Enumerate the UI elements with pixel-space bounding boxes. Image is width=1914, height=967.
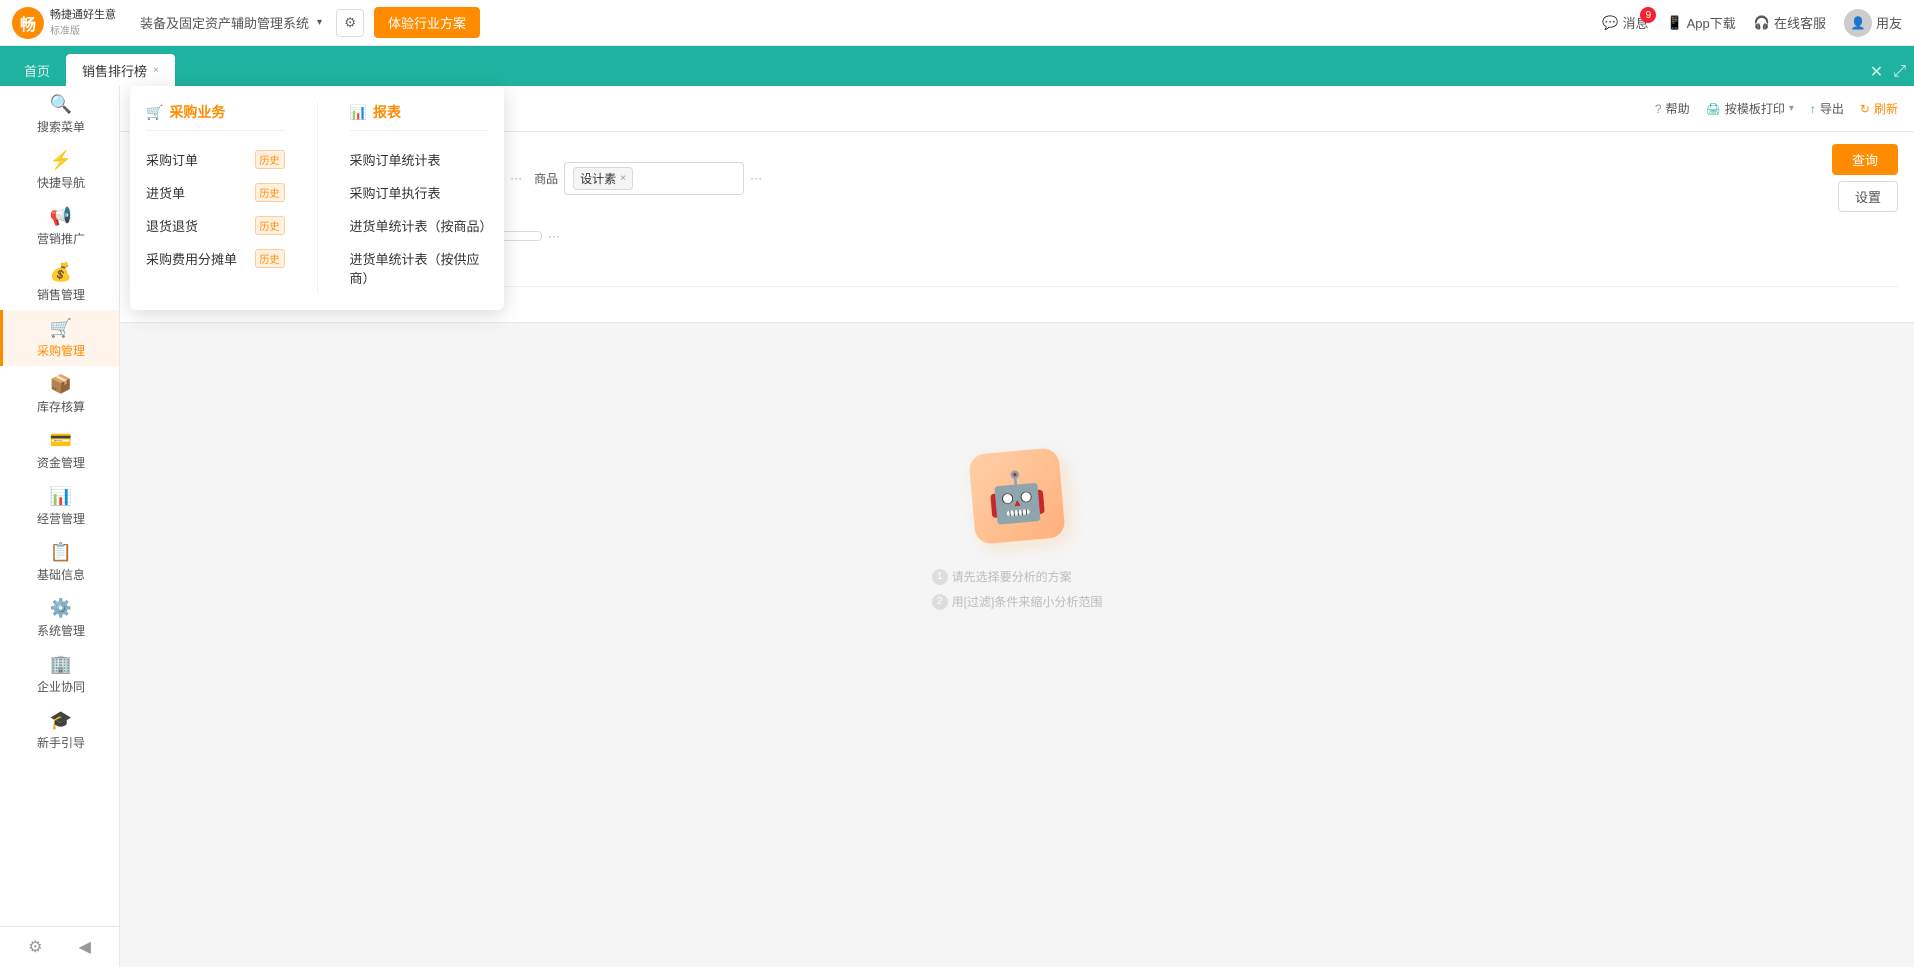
top-bar: 畅 畅捷通好生意 标准版 装备及固定资产辅助管理系统 ▾ ⚙ 体验行业方案 💬 … xyxy=(0,0,1914,46)
sidebar-item-purchase[interactable]: 🛒 采购管理 xyxy=(0,310,119,366)
sidebar-item-system[interactable]: ⚙️ 系统管理 xyxy=(0,590,119,646)
print-icon: 🖨 xyxy=(1706,102,1721,116)
sidebar-collapse-button[interactable]: ◀ xyxy=(79,937,91,957)
enterprise-icon: 🏢 xyxy=(50,654,72,675)
sidebar-item-basic-info[interactable]: 📋 基础信息 xyxy=(0,534,119,590)
expand-tab-bar-button[interactable]: ⤢ xyxy=(1893,63,1906,81)
sidebar-item-guide[interactable]: 🎓 新手引导 xyxy=(0,702,119,758)
sidebar-item-finance[interactable]: 💳 资金管理 xyxy=(0,422,119,478)
report-section-icon: 📊 xyxy=(350,104,367,121)
menu-item-goods-by-supplier[interactable]: 进货单统计表（按供应商） xyxy=(350,242,489,294)
menu-item-purchase-order-stats[interactable]: 采购订单统计表 xyxy=(350,143,489,176)
top-right: 💬 消息 9 📱 App下载 🎧 在线客服 👤 用友 xyxy=(1602,9,1902,37)
print-dropdown-arrow[interactable]: ▾ xyxy=(1789,103,1794,114)
sidebar-item-search[interactable]: 🔍 搜索菜单 xyxy=(0,86,119,142)
empty-robot-icon: 🤖 xyxy=(968,447,1066,545)
report-section-title: 📊 报表 xyxy=(350,102,489,131)
tab-bar: 首页 销售排行榜 × ✕ ⤢ xyxy=(0,46,1914,86)
menu-item-goods-receipt[interactable]: 进货单 历史 xyxy=(146,176,285,209)
system-title[interactable]: 装备及固定资产辅助管理系统 ▾ ⚙ xyxy=(140,9,364,37)
export-button[interactable]: ↑ 导出 xyxy=(1810,100,1844,117)
empty-step-2: 2 用[过滤]条件来缩小分析范围 xyxy=(932,593,1103,610)
headset-icon: 🎧 xyxy=(1754,15,1770,31)
online-service-button[interactable]: 🎧 在线客服 xyxy=(1754,13,1826,32)
menu-divider xyxy=(317,102,318,294)
guide-icon: 🎓 xyxy=(50,710,72,731)
sidebar-item-inventory[interactable]: 📦 库存核算 xyxy=(0,366,119,422)
system-icon: ⚙️ xyxy=(50,598,72,619)
help-button[interactable]: ? 帮助 xyxy=(1655,100,1690,117)
goods-tag-close[interactable]: × xyxy=(620,173,626,184)
sidebar-item-enterprise[interactable]: 🏢 企业协同 xyxy=(0,646,119,702)
goods-tag: 设计素 × xyxy=(573,167,633,190)
sidebar-settings-button[interactable]: ⚙ xyxy=(28,937,42,957)
logo-icon: 畅 xyxy=(12,7,44,39)
system-dropdown-arrow[interactable]: ▾ xyxy=(317,17,322,28)
menu-item-purchase-expense[interactable]: 采购费用分摊单 历史 xyxy=(146,242,285,275)
phone-icon: 📱 xyxy=(1666,15,1682,31)
empty-step-1: 1 请先选择要分析的方案 xyxy=(932,568,1072,585)
message-icon: 💬 xyxy=(1602,15,1618,31)
sidebar-item-quick-nav[interactable]: ⚡ 快捷导航 xyxy=(0,142,119,198)
tab-sales-ranking[interactable]: 销售排行榜 × xyxy=(66,54,175,86)
purchase-icon: 🛒 xyxy=(50,318,72,339)
empty-illustration: 🤖 xyxy=(957,436,1077,556)
logo-area: 畅 畅捷通好生意 标准版 xyxy=(12,7,132,39)
tab-bar-right: ✕ ⤢ xyxy=(1870,62,1906,86)
basic-info-icon: 📋 xyxy=(50,542,72,563)
history-badge-goods-receipt: 历史 xyxy=(255,183,285,202)
tab-home[interactable]: 首页 xyxy=(8,54,66,86)
settings-button[interactable]: 设置 xyxy=(1838,181,1898,212)
refresh-button[interactable]: ↻ 刷新 xyxy=(1860,100,1898,117)
system-gear-button[interactable]: ⚙ xyxy=(336,9,364,37)
menu-item-goods-by-product[interactable]: 进货单统计表（按商品） xyxy=(350,209,489,242)
app-download-button[interactable]: 📱 App下载 xyxy=(1666,13,1735,32)
purchase-section-icon: 🛒 xyxy=(146,104,163,121)
salesperson-more[interactable]: ··· xyxy=(548,229,560,243)
empty-state: 🤖 1 请先选择要分析的方案 2 用[过滤]条件来缩小分析范围 xyxy=(120,323,1914,723)
purchase-dropdown-menu: 🛒 采购业务 采购订单 历史 进货单 历史 退货退货 历史 采购费用分摊单 历史… xyxy=(130,86,504,310)
action-buttons: 查询 设置 xyxy=(1832,144,1898,212)
message-button[interactable]: 💬 消息 9 xyxy=(1602,13,1648,32)
goods-filter: 商品 设计素 × ··· xyxy=(534,162,762,195)
search-icon: 🔍 xyxy=(50,94,72,115)
quick-nav-icon: ⚡ xyxy=(50,150,72,171)
user-menu-button[interactable]: 👤 用友 xyxy=(1844,9,1902,37)
query-button[interactable]: 查询 xyxy=(1832,144,1898,175)
logo-sub: 标准版 xyxy=(50,22,116,37)
report-menu-column: 📊 报表 采购订单统计表 采购订单执行表 进货单统计表（按商品） 进货单统计表（… xyxy=(350,102,489,294)
operations-icon: 📊 xyxy=(50,486,72,507)
inventory-icon: 📦 xyxy=(50,374,72,395)
doc-status-more[interactable]: ··· xyxy=(510,171,522,185)
finance-icon: 💳 xyxy=(50,430,72,451)
history-badge-return: 历史 xyxy=(255,216,285,235)
history-badge-purchase-order: 历史 xyxy=(255,150,285,169)
refresh-icon: ↻ xyxy=(1860,102,1870,116)
print-button[interactable]: 🖨 按模板打印 ▾ xyxy=(1706,100,1794,117)
help-icon: ? xyxy=(1655,102,1662,116)
goods-input[interactable]: 设计素 × xyxy=(564,162,744,195)
sidebar-item-operations[interactable]: 📊 经营管理 xyxy=(0,478,119,534)
empty-steps: 1 请先选择要分析的方案 2 用[过滤]条件来缩小分析范围 xyxy=(932,568,1103,610)
message-badge: 9 xyxy=(1640,7,1656,23)
menu-item-purchase-order[interactable]: 采购订单 历史 xyxy=(146,143,285,176)
marketing-icon: 📢 xyxy=(50,206,72,227)
industry-button[interactable]: 体验行业方案 xyxy=(374,7,480,38)
sidebar-bottom: ⚙ ◀ xyxy=(0,926,119,967)
tab-close-button[interactable]: × xyxy=(153,65,159,76)
goods-more[interactable]: ··· xyxy=(750,171,762,185)
menu-item-purchase-order-exec[interactable]: 采购订单执行表 xyxy=(350,176,489,209)
purchase-section-title: 🛒 采购业务 xyxy=(146,102,285,131)
history-badge-expense: 历史 xyxy=(255,249,285,268)
close-tab-bar-button[interactable]: ✕ xyxy=(1870,62,1883,82)
sidebar: 🔍 搜索菜单 ⚡ 快捷导航 📢 营销推广 💰 销售管理 🛒 采购管理 📦 库存核… xyxy=(0,86,120,967)
purchase-menu-column: 🛒 采购业务 采购订单 历史 进货单 历史 退货退货 历史 采购费用分摊单 历史 xyxy=(146,102,285,294)
sidebar-item-marketing[interactable]: 📢 营销推广 xyxy=(0,198,119,254)
sales-icon: 💰 xyxy=(50,262,72,283)
export-icon: ↑ xyxy=(1810,102,1816,116)
logo-text: 畅捷通好生意 xyxy=(50,8,116,22)
menu-item-return-goods[interactable]: 退货退货 历史 xyxy=(146,209,285,242)
sidebar-item-sales[interactable]: 💰 销售管理 xyxy=(0,254,119,310)
avatar: 👤 xyxy=(1844,9,1872,37)
